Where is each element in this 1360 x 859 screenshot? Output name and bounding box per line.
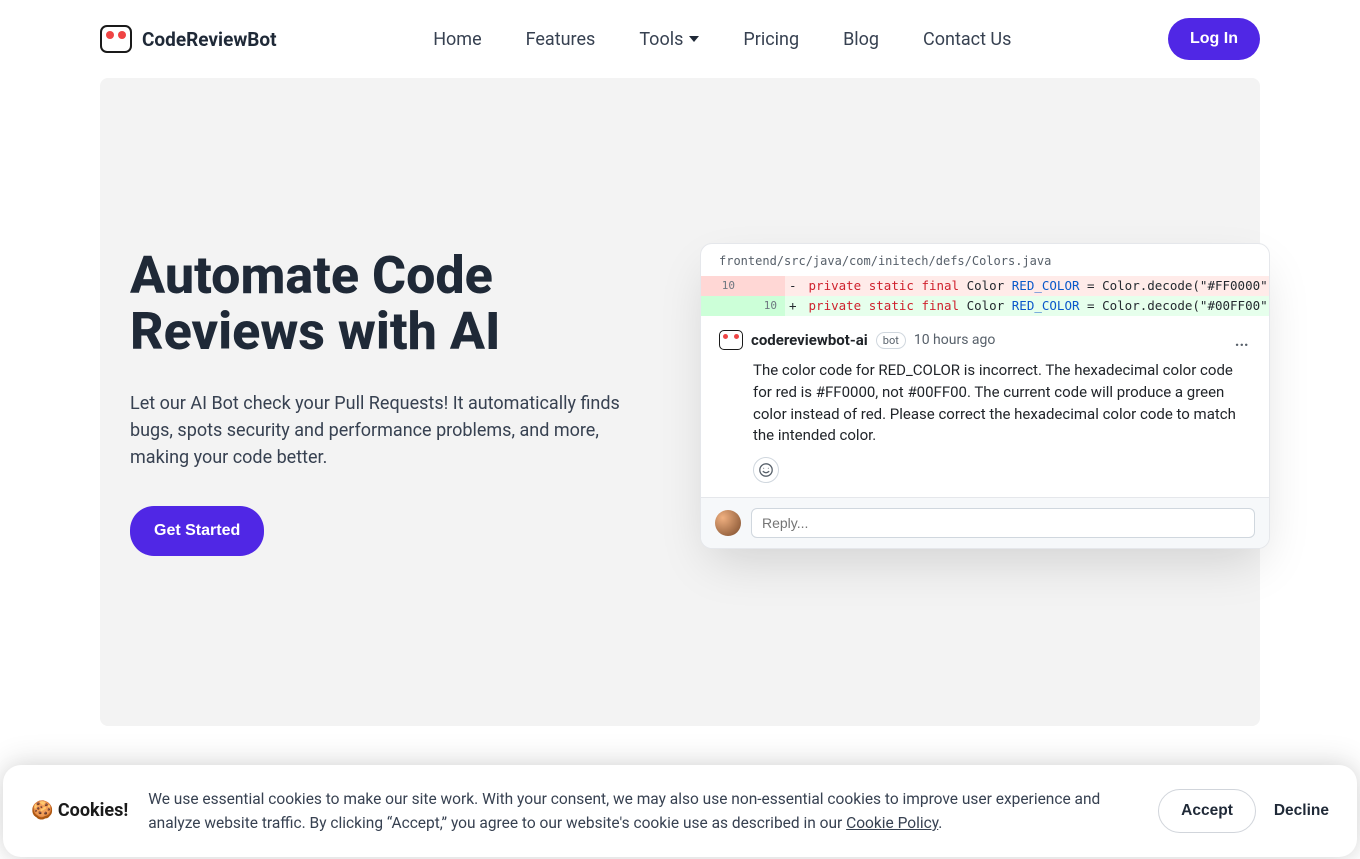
cookie-actions: Accept Decline xyxy=(1158,789,1329,833)
line-number-old: 10 xyxy=(701,276,743,296)
review-timestamp: 10 hours ago xyxy=(914,332,996,348)
brand-name: CodeReviewBot xyxy=(142,28,277,51)
line-number-old xyxy=(701,296,743,316)
review-header: codereviewbot-ai bot 10 hours ago … xyxy=(719,330,1251,350)
hero-content: Automate Code Reviews with AI Let our AI… xyxy=(120,248,660,556)
cookie-decline-button[interactable]: Decline xyxy=(1274,802,1329,820)
review-menu-icon[interactable]: … xyxy=(1234,334,1251,346)
cookie-title: 🍪 Cookies! xyxy=(31,800,128,821)
get-started-button[interactable]: Get Started xyxy=(130,506,264,556)
user-avatar-icon xyxy=(715,510,741,536)
diff-row-added: 10 + private static final Color RED_COLO… xyxy=(701,296,1269,316)
reply-input[interactable] xyxy=(751,508,1255,538)
nav-features[interactable]: Features xyxy=(526,29,596,50)
cookie-policy-link[interactable]: Cookie Policy xyxy=(846,814,938,832)
cookie-text-before: We use essential cookies to make our sit… xyxy=(148,790,1100,832)
code-review-card: frontend/src/java/com/initech/defs/Color… xyxy=(700,243,1270,549)
nav-pricing[interactable]: Pricing xyxy=(743,29,799,50)
line-number-new xyxy=(743,276,785,296)
reaction-smile-icon[interactable] xyxy=(753,457,779,483)
review-body: codereviewbot-ai bot 10 hours ago … The … xyxy=(701,316,1269,497)
review-author: codereviewbot-ai xyxy=(751,331,868,349)
cookie-accept-button[interactable]: Accept xyxy=(1158,789,1256,833)
line-number-new: 10 xyxy=(743,296,785,316)
nav-home[interactable]: Home xyxy=(433,29,481,50)
login-button[interactable]: Log In xyxy=(1168,18,1260,60)
reply-row xyxy=(701,497,1269,548)
bot-avatar-icon xyxy=(719,330,743,350)
bot-badge: bot xyxy=(876,332,906,349)
hero-section: Automate Code Reviews with AI Let our AI… xyxy=(100,78,1260,726)
diff-code-removed: - private static final Color RED_COLOR =… xyxy=(785,276,1269,296)
review-comment-text: The color code for RED_COLOR is incorrec… xyxy=(719,360,1251,447)
cookie-banner: 🍪 Cookies! We use essential cookies to m… xyxy=(3,765,1357,857)
diff-code-added: + private static final Color RED_COLOR =… xyxy=(785,296,1269,316)
chevron-down-icon xyxy=(689,36,699,42)
cookie-text-after: . xyxy=(938,814,942,832)
main-header: CodeReviewBot Home Features Tools Pricin… xyxy=(0,0,1360,78)
primary-nav: Home Features Tools Pricing Blog Contact… xyxy=(433,29,1011,50)
brand-logo-icon xyxy=(100,25,132,53)
hero-description: Let our AI Bot check your Pull Requests!… xyxy=(130,390,630,471)
review-file-path: frontend/src/java/com/initech/defs/Color… xyxy=(701,244,1269,276)
nav-tools[interactable]: Tools xyxy=(639,29,699,50)
nav-blog[interactable]: Blog xyxy=(843,29,879,50)
brand[interactable]: CodeReviewBot xyxy=(100,25,277,53)
nav-contact[interactable]: Contact Us xyxy=(923,29,1011,50)
nav-tools-label: Tools xyxy=(639,29,683,50)
hero-title: Automate Code Reviews with AI xyxy=(130,248,660,360)
cookie-description: We use essential cookies to make our sit… xyxy=(148,787,1138,835)
diff-row-removed: 10 - private static final Color RED_COLO… xyxy=(701,276,1269,296)
